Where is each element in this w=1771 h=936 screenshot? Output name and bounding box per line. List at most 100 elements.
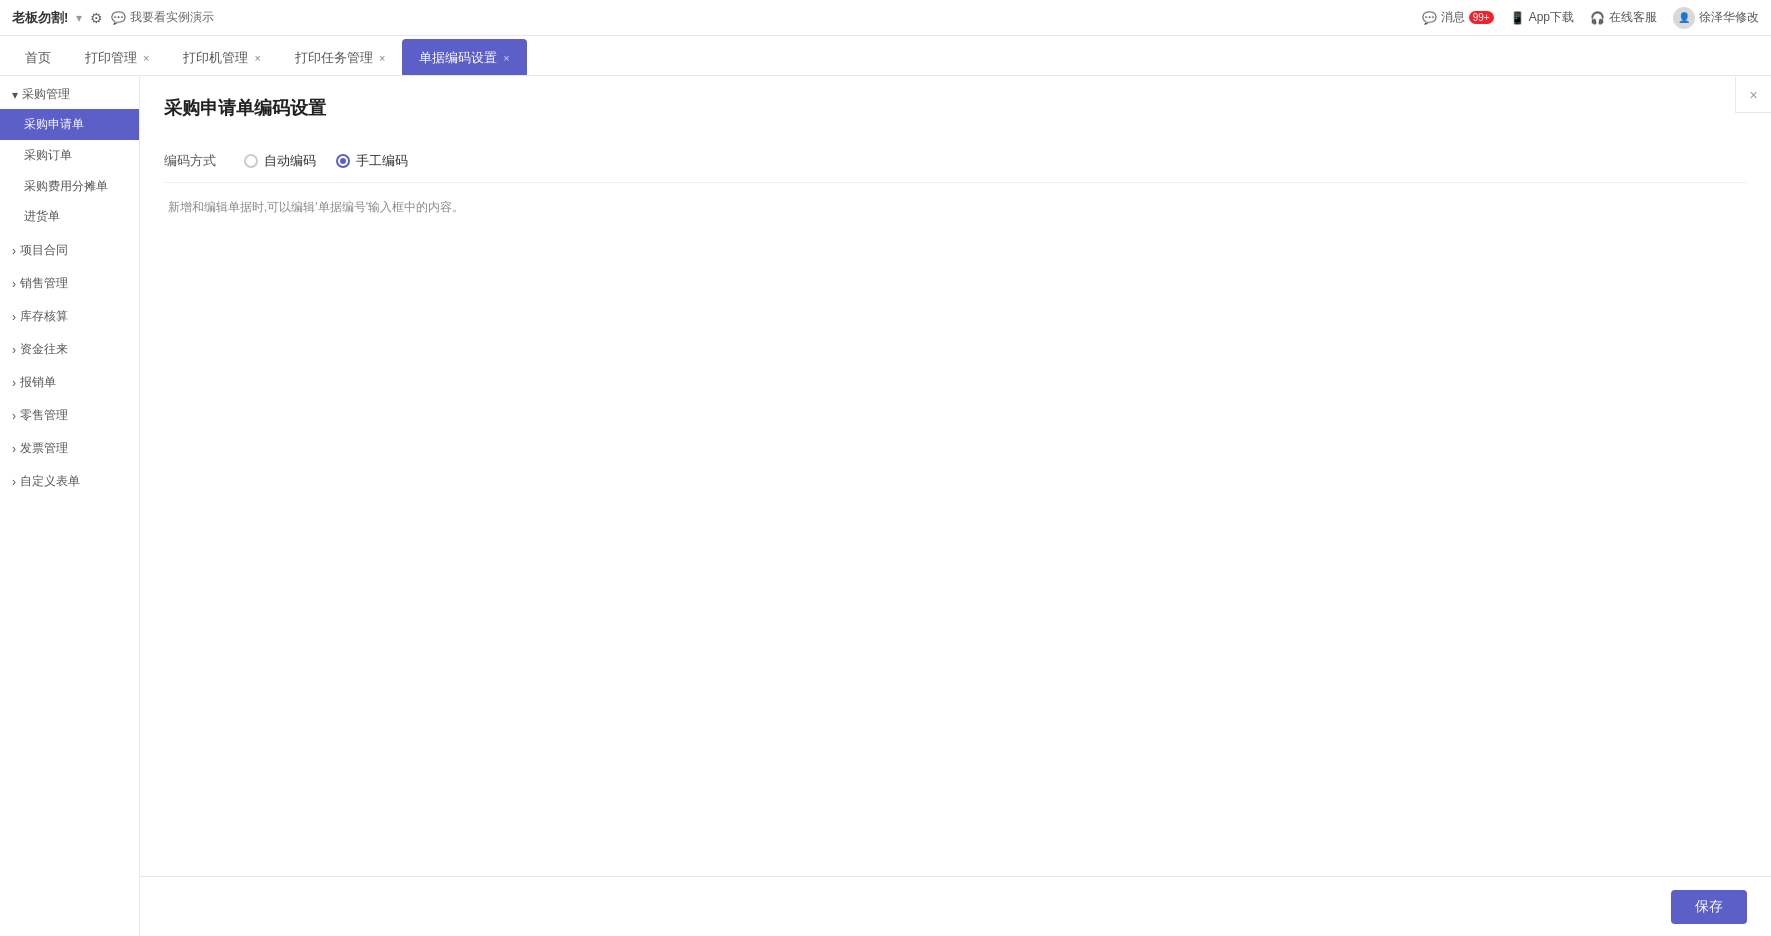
expand-arrow-icon-sales: › <box>12 277 16 291</box>
expand-arrow-icon-project: › <box>12 244 16 258</box>
sidebar-group-title-inventory[interactable]: › 库存核算 <box>0 298 139 331</box>
app-download-icon: 📱 <box>1510 11 1525 25</box>
demo-link[interactable]: 💬 我要看实例演示 <box>111 9 214 26</box>
app-download-button[interactable]: 📱 App下载 <box>1510 9 1574 26</box>
demo-label: 我要看实例演示 <box>130 9 214 26</box>
sidebar-group-label-purchase: 采购管理 <box>22 86 70 103</box>
tab-home[interactable]: 首页 <box>8 39 68 75</box>
message-button[interactable]: 💬 消息 99+ <box>1422 9 1494 26</box>
sidebar-item-purchase-request[interactable]: 采购申请单 <box>0 109 139 140</box>
avatar: 👤 <box>1673 7 1695 29</box>
radio-manual-coding[interactable]: 手工编码 <box>336 152 408 170</box>
expand-arrow-icon-invoice: › <box>12 442 16 456</box>
coding-row: 编码方式 自动编码 手工编码 <box>164 140 1747 183</box>
tab-print-manage-label: 打印管理 <box>85 49 137 67</box>
tab-close-printer-manage-icon[interactable]: × <box>254 52 260 64</box>
sidebar-group-title-funds[interactable]: › 资金往来 <box>0 331 139 364</box>
sidebar-item-label-purchase-expense: 采购费用分摊单 <box>24 179 108 193</box>
sidebar-group-funds: › 资金往来 <box>0 331 139 364</box>
tab-single-code-label: 单据编码设置 <box>419 49 497 67</box>
page-title: 采购申请单编码设置 <box>164 96 1747 120</box>
sidebar-group-label-project-contract: 项目合同 <box>20 242 68 259</box>
window-close-button[interactable]: × <box>1735 77 1771 113</box>
sidebar-group-label-returns: 报销单 <box>20 374 56 391</box>
radio-auto-coding[interactable]: 自动编码 <box>244 152 316 170</box>
sidebar-group-title-returns[interactable]: › 报销单 <box>0 364 139 397</box>
content-footer: 保存 <box>140 876 1771 936</box>
message-badge: 99+ <box>1469 11 1494 24</box>
online-service-button[interactable]: 🎧 在线客服 <box>1590 9 1657 26</box>
sidebar-group-sales: › 销售管理 <box>0 265 139 298</box>
expand-arrow-icon-custom: › <box>12 475 16 489</box>
sidebar-group-label-retail: 零售管理 <box>20 407 68 424</box>
sidebar-item-purchase-order[interactable]: 采购订单 <box>0 140 139 171</box>
sidebar-group-returns: › 报销单 <box>0 364 139 397</box>
sidebar-item-purchase-expense[interactable]: 采购费用分摊单 <box>0 171 139 202</box>
radio-auto-icon <box>244 154 258 168</box>
demo-icon: 💬 <box>111 11 126 25</box>
content-area: 采购申请单编码设置 编码方式 自动编码 手工编码 <box>140 76 1771 936</box>
sidebar-item-label-purchase-request: 采购申请单 <box>24 117 84 131</box>
expand-arrow-icon-returns: › <box>12 376 16 390</box>
coding-options: 自动编码 手工编码 <box>244 152 408 170</box>
tab-print-task[interactable]: 打印任务管理 × <box>278 39 402 75</box>
tab-printer-manage[interactable]: 打印机管理 × <box>166 39 277 75</box>
headphone-icon: 🎧 <box>1590 11 1605 25</box>
radio-manual-icon <box>336 154 350 168</box>
content-inner: 采购申请单编码设置 编码方式 自动编码 手工编码 <box>140 76 1771 876</box>
top-bar: 老板勿割! ▾ ⚙ 💬 我要看实例演示 💬 消息 99+ 📱 App下载 🎧 在… <box>0 0 1771 36</box>
tab-print-task-label: 打印任务管理 <box>295 49 373 67</box>
app-download-label: App下载 <box>1529 9 1574 26</box>
save-button[interactable]: 保存 <box>1671 890 1747 924</box>
sidebar-group-label-funds: 资金往来 <box>20 341 68 358</box>
radio-manual-label: 手工编码 <box>356 152 408 170</box>
service-label: 在线客服 <box>1609 9 1657 26</box>
tab-print-manage[interactable]: 打印管理 × <box>68 39 166 75</box>
tab-bar: 首页 打印管理 × 打印机管理 × 打印任务管理 × 单据编码设置 × × <box>0 36 1771 76</box>
tab-printer-manage-label: 打印机管理 <box>183 49 248 67</box>
sidebar-group-label-invoice: 发票管理 <box>20 440 68 457</box>
sidebar-item-label-purchase-order: 采购订单 <box>24 148 72 162</box>
message-icon: 💬 <box>1422 11 1437 25</box>
brand-chevron-icon[interactable]: ▾ <box>76 11 82 25</box>
sidebar-item-inbound[interactable]: 进货单 <box>0 201 139 232</box>
expand-arrow-icon-inventory: › <box>12 310 16 324</box>
sidebar-group-label-sales: 销售管理 <box>20 275 68 292</box>
sidebar: ▾ 采购管理 采购申请单 采购订单 采购费用分摊单 进货单 <box>0 76 140 936</box>
sidebar-group-title-project-contract[interactable]: › 项目合同 <box>0 232 139 265</box>
user-menu[interactable]: 👤 徐泽华修改 <box>1673 7 1759 29</box>
tab-close-single-code-icon[interactable]: × <box>503 52 509 64</box>
sidebar-group-title-purchase[interactable]: ▾ 采购管理 <box>0 76 139 109</box>
main-layout: ▾ 采购管理 采购申请单 采购订单 采购费用分摊单 进货单 <box>0 76 1771 936</box>
sidebar-item-label-inbound: 进货单 <box>24 209 60 223</box>
top-bar-left: 老板勿割! ▾ ⚙ 💬 我要看实例演示 <box>12 9 214 27</box>
top-bar-right: 💬 消息 99+ 📱 App下载 🎧 在线客服 👤 徐泽华修改 <box>1422 7 1759 29</box>
user-label: 徐泽华修改 <box>1699 9 1759 26</box>
tab-close-print-task-icon[interactable]: × <box>379 52 385 64</box>
sidebar-group-label-custom-form: 自定义表单 <box>20 473 80 490</box>
sidebar-group-project-contract: › 项目合同 <box>0 232 139 265</box>
radio-auto-label: 自动编码 <box>264 152 316 170</box>
message-label: 消息 <box>1441 9 1465 26</box>
sidebar-group-label-inventory: 库存核算 <box>20 308 68 325</box>
sidebar-group-children-purchase: 采购申请单 采购订单 采购费用分摊单 进货单 <box>0 109 139 232</box>
coding-section: 编码方式 自动编码 手工编码 <box>164 140 1747 183</box>
expand-arrow-icon-retail: › <box>12 409 16 423</box>
sidebar-group-purchase: ▾ 采购管理 采购申请单 采购订单 采购费用分摊单 进货单 <box>0 76 139 232</box>
coding-label: 编码方式 <box>164 152 244 170</box>
tab-close-print-manage-icon[interactable]: × <box>143 52 149 64</box>
sidebar-group-invoice: › 发票管理 <box>0 430 139 463</box>
gear-icon[interactable]: ⚙ <box>90 10 103 26</box>
tab-single-code[interactable]: 单据编码设置 × <box>402 39 526 75</box>
sidebar-group-title-sales[interactable]: › 销售管理 <box>0 265 139 298</box>
sidebar-group-title-invoice[interactable]: › 发票管理 <box>0 430 139 463</box>
tab-home-label: 首页 <box>25 49 51 67</box>
brand-name: 老板勿割! <box>12 9 68 27</box>
collapse-arrow-icon: ▾ <box>12 88 18 102</box>
sidebar-group-title-custom-form[interactable]: › 自定义表单 <box>0 463 139 496</box>
hint-text: 新增和编辑单据时,可以编辑'单据编号'输入框中的内容。 <box>164 199 1747 216</box>
sidebar-group-retail: › 零售管理 <box>0 397 139 430</box>
sidebar-group-inventory: › 库存核算 <box>0 298 139 331</box>
sidebar-group-custom-form: › 自定义表单 <box>0 463 139 496</box>
sidebar-group-title-retail[interactable]: › 零售管理 <box>0 397 139 430</box>
